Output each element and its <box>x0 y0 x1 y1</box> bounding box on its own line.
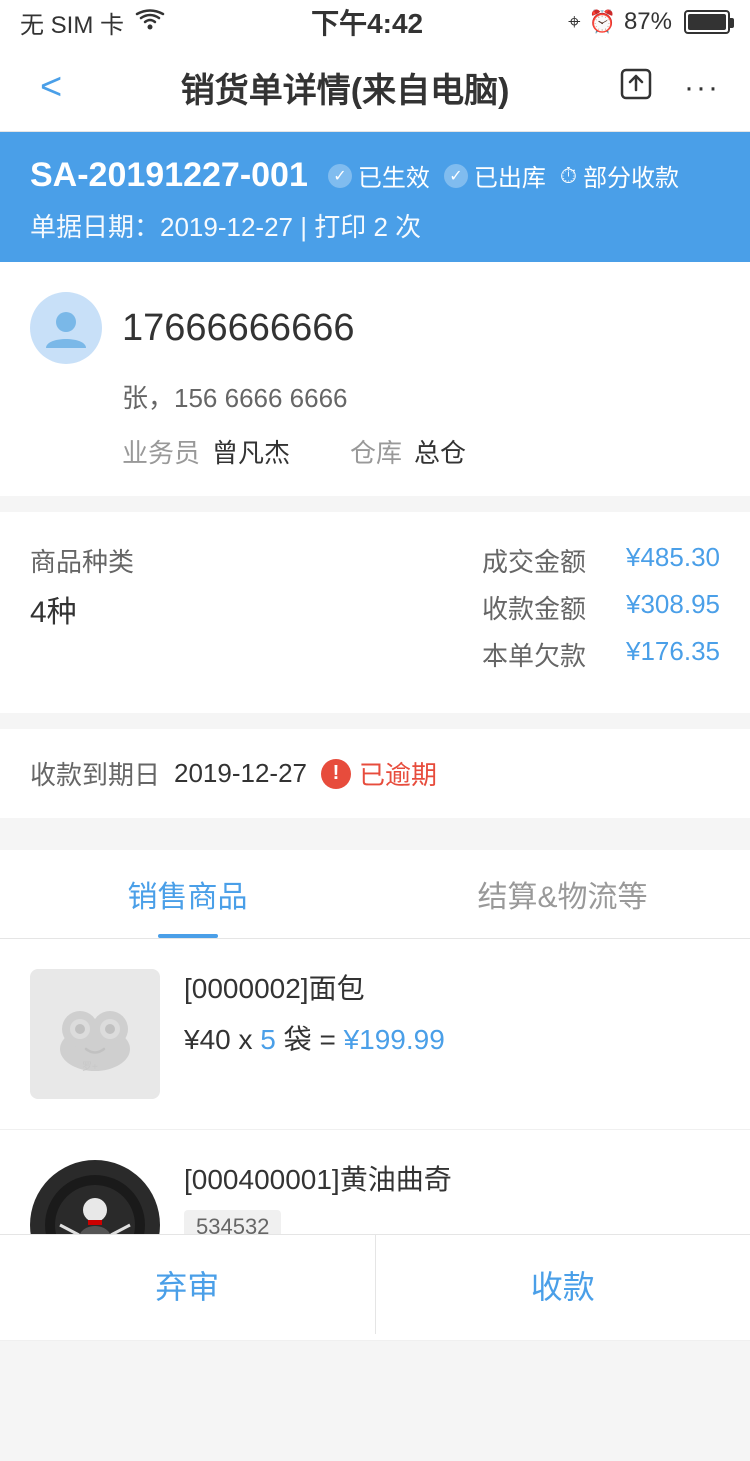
order-id: SA-20191227-001 <box>30 156 308 195</box>
status-left: 无 SIM 卡 <box>20 5 166 40</box>
warehouse-value: 总仓 <box>414 433 466 470</box>
product-price-bread: ¥40 x 5 袋 = ¥199.99 <box>184 1018 720 1058</box>
salesperson-item: 业务员 曾凡杰 <box>122 433 290 470</box>
stats-right: 成交金额 ¥485.30 收款金额 ¥308.95 本单欠款 ¥176.35 <box>482 542 720 683</box>
cancel-button[interactable]: 弃审 <box>0 1235 376 1334</box>
battery-text: 87% <box>624 8 672 36</box>
bottom-spacer <box>0 1341 750 1461</box>
customer-section: 17666666666 张，156 6666 6666 业务员 曾凡杰 仓库 总… <box>0 262 750 496</box>
tabs-section: 销售商品 结算&物流等 <box>0 850 750 939</box>
customer-meta: 业务员 曾凡杰 仓库 总仓 <box>30 433 720 470</box>
back-button[interactable]: < <box>30 56 72 119</box>
product-thumbnail-bread: 罗+ <box>30 969 160 1099</box>
due-date-value: 2019-12-27 <box>174 758 307 789</box>
more-icon[interactable]: ··· <box>684 71 720 105</box>
location-icon: ⌖ <box>568 9 580 35</box>
separator-1 <box>0 834 750 850</box>
tabs-row: 销售商品 结算&物流等 <box>0 850 750 938</box>
tab-settlement-logistics[interactable]: 结算&物流等 <box>375 850 750 938</box>
product-qty-bread: 5 <box>260 1024 276 1055</box>
status-partial-payment: ⏱ 部分收款 <box>560 158 679 193</box>
status-bar: 无 SIM 卡 下午4:42 ⌖ ⏰ 87% <box>0 0 750 44</box>
received-row: 收款金额 ¥308.95 <box>482 589 720 626</box>
banner-date-info: 单据日期：2019-12-27 | 打印 2 次 <box>30 207 720 244</box>
due-label: 收款到期日 <box>30 755 160 792</box>
bottom-bar: 弃审 收款 <box>0 1234 750 1334</box>
customer-details: 张，156 6666 6666 <box>30 378 720 415</box>
status-time: 下午4:42 <box>311 2 423 42</box>
salesperson-value: 曾凡杰 <box>212 433 290 470</box>
overdue-icon: ! <box>321 759 351 789</box>
stats-section: 商品种类 4种 成交金额 ¥485.30 收款金额 ¥308.95 本单欠款 ¥… <box>0 512 750 713</box>
share-icon[interactable] <box>618 66 654 110</box>
battery-icon <box>684 10 730 34</box>
stats-left: 商品种类 4种 <box>30 542 134 631</box>
owing-row: 本单欠款 ¥176.35 <box>482 636 720 673</box>
amount-value: ¥485.30 <box>626 542 720 579</box>
product-type-count: 4种 <box>30 587 134 631</box>
customer-row: 17666666666 <box>30 292 720 364</box>
check-icon-2: ✓ <box>444 164 468 188</box>
overdue-text: 已逾期 <box>359 755 437 792</box>
warehouse-label: 仓库 <box>350 433 402 470</box>
product-item: 罗+ [0000002]面包 ¥40 x 5 袋 = ¥199.99 <box>0 939 750 1130</box>
header-banner: SA-20191227-001 ✓ 已生效 ✓ 已出库 ⏱ 部分收款 单据日期：… <box>0 132 750 262</box>
owing-label: 本单欠款 <box>482 636 586 673</box>
salesperson-label: 业务员 <box>122 433 200 470</box>
status-shipped: ✓ 已出库 <box>444 158 546 193</box>
product-name-cookie: [000400001]黄油曲奇 <box>184 1160 720 1199</box>
status-right: ⌖ ⏰ 87% <box>568 8 730 36</box>
due-section: 收款到期日 2019-12-27 ! 已逾期 <box>0 729 750 818</box>
received-value: ¥308.95 <box>626 589 720 626</box>
status-tags: ✓ 已生效 ✓ 已出库 ⏱ 部分收款 <box>328 158 679 193</box>
carrier-text: 无 SIM 卡 <box>20 5 124 40</box>
product-total-bread: ¥199.99 <box>344 1024 445 1055</box>
received-label: 收款金额 <box>482 589 586 626</box>
product-name-bread: [0000002]面包 <box>184 969 720 1008</box>
alarm-icon: ⏰ <box>589 9 616 35</box>
wifi-icon <box>134 8 166 37</box>
confirm-payment-button[interactable]: 收款 <box>376 1235 750 1334</box>
check-icon-1: ✓ <box>328 164 352 188</box>
tab-sales-products[interactable]: 销售商品 <box>0 850 375 938</box>
nav-actions: ··· <box>618 66 720 110</box>
svg-text:罗+: 罗+ <box>82 1061 98 1073</box>
page-title: 销货单详情(来自电脑) <box>181 63 510 112</box>
status-effective: ✓ 已生效 <box>328 158 430 193</box>
overdue-badge: ! 已逾期 <box>321 755 437 792</box>
product-info-bread: [0000002]面包 ¥40 x 5 袋 = ¥199.99 <box>184 969 720 1058</box>
owing-value: ¥176.35 <box>626 636 720 673</box>
amount-label: 成交金额 <box>482 542 586 579</box>
avatar <box>30 292 102 364</box>
product-type-label: 商品种类 <box>30 542 134 579</box>
warehouse-item: 仓库 总仓 <box>350 433 466 470</box>
customer-phone: 17666666666 <box>122 307 354 350</box>
nav-bar: < 销货单详情(来自电脑) ··· <box>0 44 750 132</box>
amount-row: 成交金额 ¥485.30 <box>482 542 720 579</box>
clock-icon: ⏱ <box>560 163 577 189</box>
